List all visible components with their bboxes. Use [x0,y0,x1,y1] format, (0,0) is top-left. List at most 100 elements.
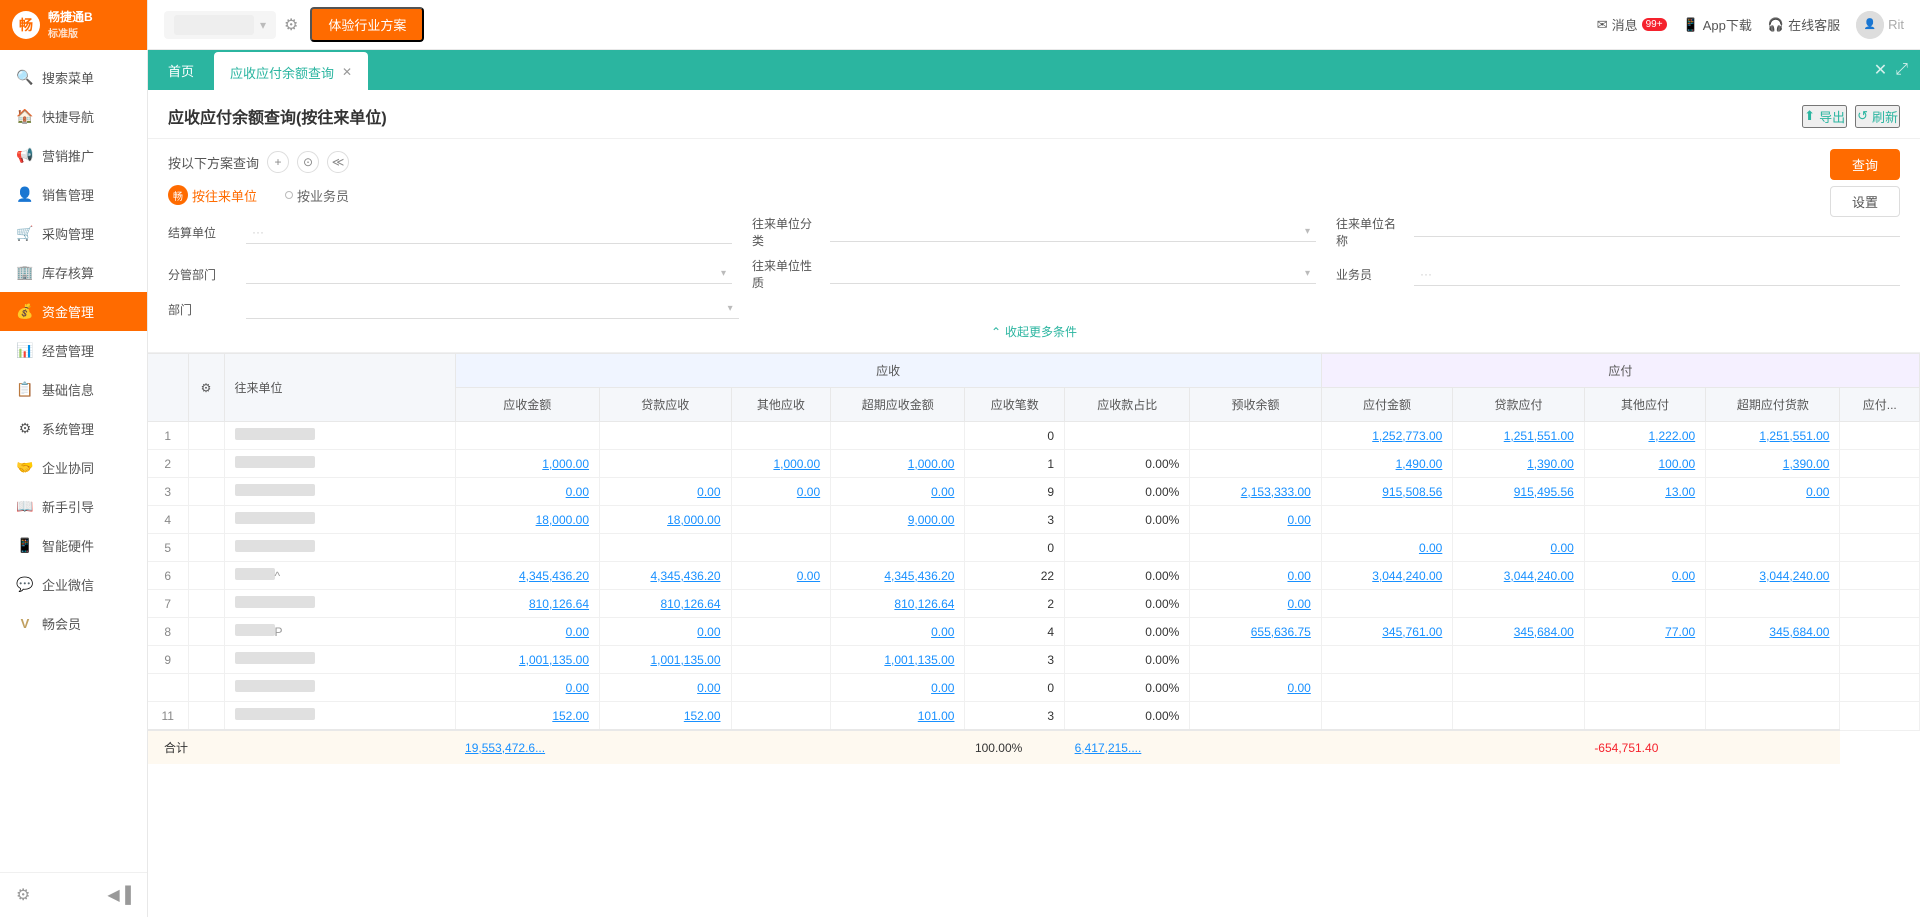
basic-icon: 📋 [16,381,34,398]
settings-button[interactable]: 设置 [1830,186,1900,217]
sidebar-item-enterprise[interactable]: 🤝 企业协同 [0,448,147,487]
scheme-by-salesman[interactable]: 按业务员 [281,186,349,205]
department-input[interactable]: ▾ [246,299,739,319]
division-input[interactable]: ▾ [246,264,732,284]
table-settings-icon[interactable]: ⚙ [201,381,212,395]
tab-home[interactable]: 首页 [148,50,214,90]
th-loan-receivable: 贷款应收 [600,388,732,422]
sidebar-item-finance[interactable]: 💰 资金管理 [0,292,147,331]
partner-name-cell [224,534,455,562]
sidebar-nav: 🔍 搜索菜单 🏠 快捷导航 📢 营销推广 👤 销售管理 🛒 采购管理 🏢 库存核… [0,50,147,872]
partner-name-label: 往来单位名称 [1336,215,1406,249]
filter-row-2: 分管部门 ▾ 往来单位性质 ▾ 业务员 ··· [168,257,1900,291]
tab-maximize-icon[interactable]: ⤢ [1895,61,1908,79]
table-row: 6^4,345,436.204,345,436.200.004,345,436.… [148,562,1920,590]
th-other-payable: 其他应付 [1584,388,1705,422]
sidebar-item-management[interactable]: 📊 经营管理 [0,331,147,370]
message-icon: ✉ [1597,17,1608,33]
app-download-btn[interactable]: 📱 App下载 [1683,15,1752,34]
guide-icon: 📖 [16,498,34,515]
filter-partner-category: 往来单位分类 ▾ [752,215,1316,249]
logo-icon: 畅 [12,11,40,39]
add-scheme-btn[interactable]: + [267,151,289,173]
tab-close-icon[interactable]: ✕ [342,65,352,79]
filter-area: 按以下方案查询 + ⊙ ≪ 畅 按往来单位 按业务员 结算单位 [148,139,1920,353]
wechat-icon: 💬 [16,576,34,593]
partner-type-input[interactable]: ▾ [830,264,1316,284]
filter-division: 分管部门 ▾ [168,264,732,284]
filter-row-3: 部门 ▾ [168,299,1900,319]
salesman-input[interactable]: ··· [1414,263,1900,286]
settlement-unit-input[interactable]: ··· [246,221,732,244]
th-payable-amount: 应付金额 [1321,388,1453,422]
user-name: Rit [1888,17,1904,32]
page-actions: ⬆ 导出 ↺ 刷新 [1802,105,1900,128]
user-avatar: 👤 [1856,11,1884,39]
app-icon: 📱 [1683,17,1699,33]
sidebar-item-system[interactable]: ⚙ 系统管理 [0,409,147,448]
sidebar-item-wechat[interactable]: 💬 企业微信 [0,565,147,604]
service-icon: 🎧 [1768,17,1784,33]
footer-overdue-payable: -654,751.40 [1584,730,1705,764]
sidebar-item-sales[interactable]: 👤 销售管理 [0,175,147,214]
sidebar-item-inventory[interactable]: 🏢 库存核算 [0,253,147,292]
filter-action-btns: 查询 设置 [1830,149,1900,217]
division-label: 分管部门 [168,266,238,283]
sidebar-item-purchase[interactable]: 🛒 采购管理 [0,214,147,253]
partner-category-input[interactable]: ▾ [830,222,1316,242]
page-panel: 应收应付余额查询(按往来单位) ⬆ 导出 ↺ 刷新 按以下方案查询 + ⊙ ≪ [148,90,1920,917]
page-header: 应收应付余额查询(按往来单位) ⬆ 导出 ↺ 刷新 [148,90,1920,139]
scheme-icon: 畅 [168,185,188,205]
online-service-btn[interactable]: 🎧 在线客服 [1768,15,1840,34]
table-row: 8P0.000.000.0040.00%655,636.75345,761.00… [148,618,1920,646]
collapse-btn[interactable]: ⌃ 收起更多条件 [168,323,1900,340]
inventory-icon: 🏢 [16,264,34,281]
th-receivable-group: 应收 [455,354,1321,388]
sidebar-item-search[interactable]: 🔍 搜索菜单 [0,58,147,97]
filter-department: 部门 ▾ [168,299,739,319]
user-info[interactable]: 👤 Rit [1856,11,1904,39]
table-container: ⚙ 往来单位 应收 应付 [148,353,1920,764]
logo-sub: 标准版 [48,25,93,40]
sidebar-collapse-btn[interactable]: ◀▐ [107,885,131,905]
table-row: 418,000.0018,000.009,000.0030.00%0.00 [148,506,1920,534]
enterprise-icon: 🤝 [16,459,34,476]
location-text [174,15,254,35]
query-button[interactable]: 查询 [1830,149,1900,180]
settings-scheme-btn[interactable]: ⊙ [297,151,319,173]
header-gear-icon[interactable]: ⚙ [284,15,298,35]
partner-type-label: 往来单位性质 [752,257,822,291]
tab-close-window-icon[interactable]: ✕ [1874,60,1887,80]
table-area[interactable]: ⚙ 往来单位 应收 应付 [148,353,1920,917]
table-row: 7810,126.64810,126.64810,126.6420.00%0.0… [148,590,1920,618]
tab-balance-query[interactable]: 应收应付余额查询 ✕ [214,52,368,92]
sidebar-item-member[interactable]: V 畅会员 [0,604,147,643]
more-scheme-btn[interactable]: ≪ [327,151,349,173]
sidebar-settings-btn[interactable]: ⚙ [16,885,30,905]
sidebar-item-basic[interactable]: 📋 基础信息 [0,370,147,409]
salesman-label: 业务员 [1336,266,1406,283]
sidebar-item-guide[interactable]: 📖 新手引导 [0,487,147,526]
refresh-icon: ↺ [1857,108,1868,124]
partner-type-chevron-icon: ▾ [1305,268,1310,279]
sidebar-item-marketing[interactable]: 📢 营销推广 [0,136,147,175]
partner-name-cell [224,674,455,702]
table-row: 91,001,135.001,001,135.001,001,135.0030.… [148,646,1920,674]
th-receivable-amount: 应收金额 [455,388,600,422]
scheme-by-partner[interactable]: 畅 按往来单位 [168,185,257,205]
partner-name-cell [224,506,455,534]
messages-btn[interactable]: ✉ 消息 99+ [1597,15,1667,34]
export-btn[interactable]: ⬆ 导出 [1802,105,1847,128]
header-right: ✉ 消息 99+ 📱 App下载 🎧 在线客服 👤 Rit [1597,11,1904,39]
promo-button[interactable]: 体验行业方案 [310,7,424,42]
sidebar-item-hardware[interactable]: 📱 智能硬件 [0,526,147,565]
th-settings[interactable]: ⚙ [188,354,224,422]
header-location[interactable]: ▾ [164,11,276,39]
sidebar-item-quicknav[interactable]: 🏠 快捷导航 [0,97,147,136]
refresh-btn[interactable]: ↺ 刷新 [1855,105,1900,128]
sidebar-logo: 畅 畅捷通B 标准版 [0,0,147,50]
footer-receivable-ratio: 100.00% [965,730,1065,764]
partner-name-input[interactable] [1414,228,1900,237]
table-row: 11152.00152.00101.0030.00% [148,702,1920,731]
filter-partner-name: 往来单位名称 [1336,215,1900,249]
